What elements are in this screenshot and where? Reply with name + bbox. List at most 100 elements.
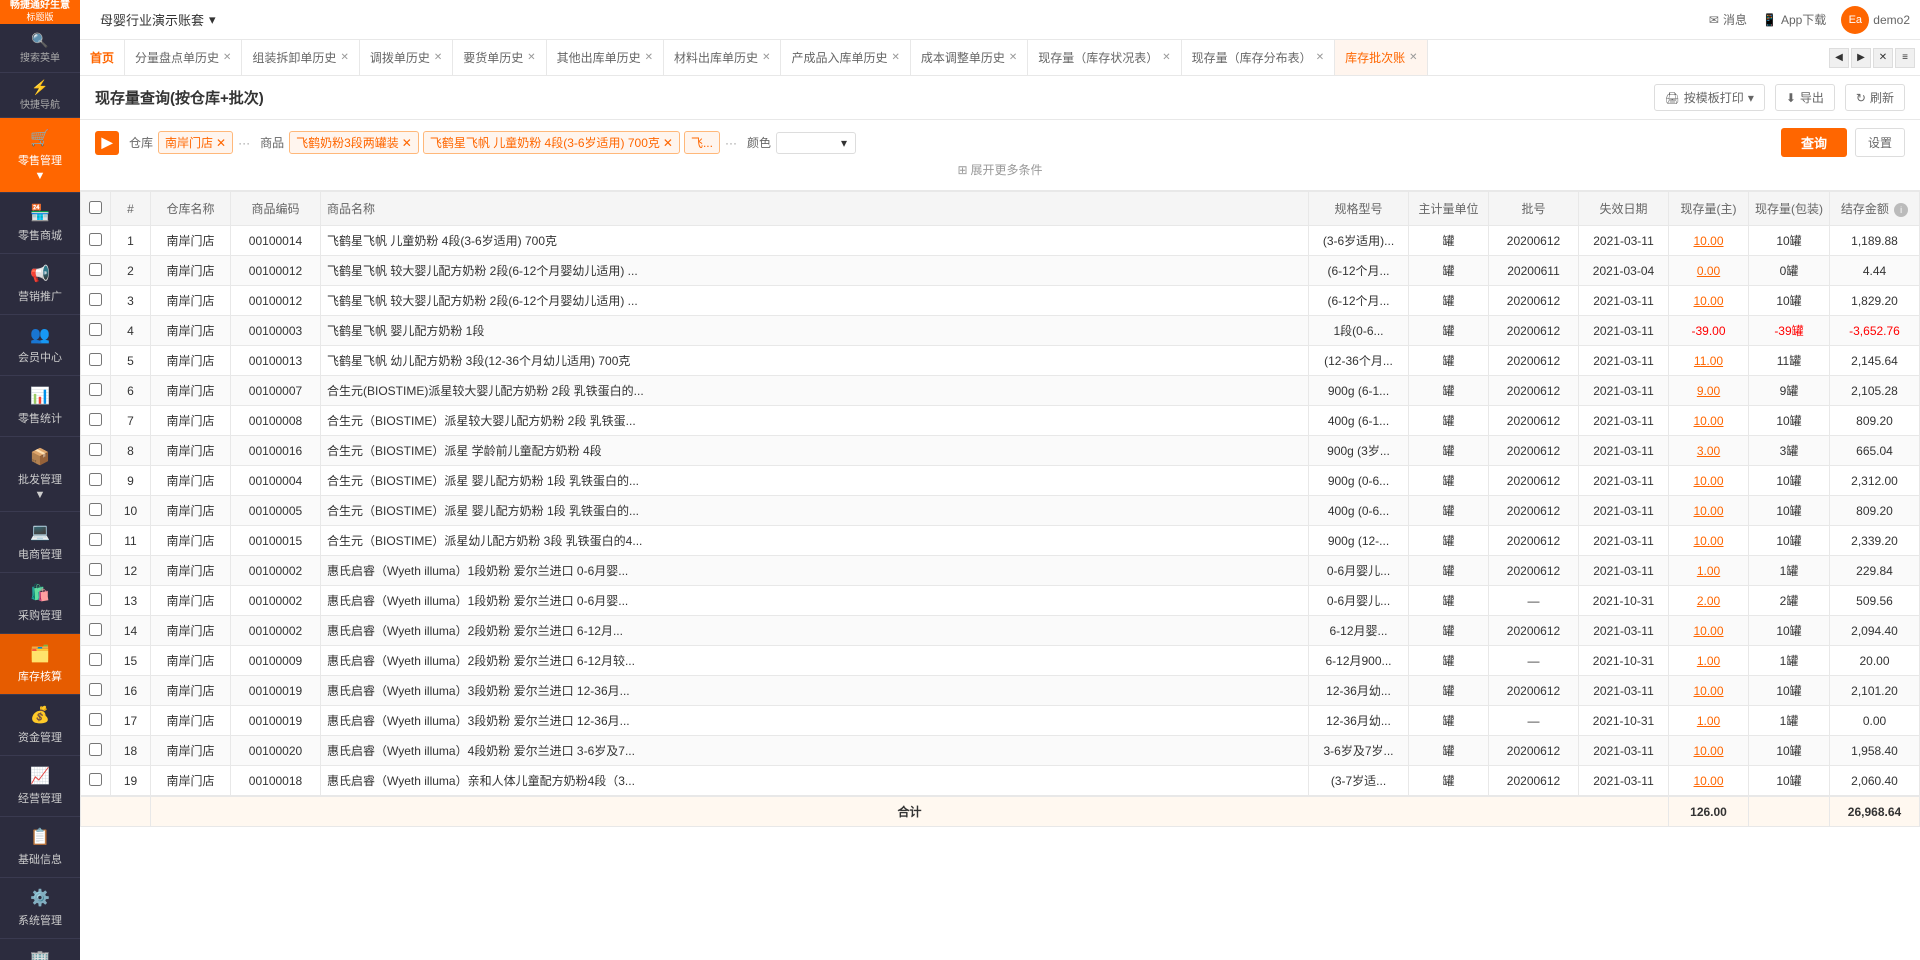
tab-close-btn[interactable]: ✕ <box>1873 48 1893 68</box>
th-checkbox[interactable] <box>81 192 111 226</box>
goods-tag-1[interactable]: 飞鹤星飞帆 儿童奶粉 4段(3-6岁适用) 700克 ✕ <box>423 131 680 154</box>
user-area[interactable]: Ea demo2 <box>1841 6 1910 34</box>
sidebar-item-marketing[interactable]: 📢 营销推广 <box>0 254 80 315</box>
row-stock[interactable]: 10.00 <box>1669 526 1749 556</box>
tab-batch-voucher[interactable]: 库存批次账 ✕ <box>1335 40 1428 76</box>
expand-more-row[interactable]: ⊞ 展开更多条件 <box>95 157 1905 182</box>
row-checkbox[interactable] <box>89 293 102 306</box>
row-checkbox[interactable] <box>89 383 102 396</box>
row-checkbox-cell[interactable] <box>81 346 111 376</box>
tab-batch-voucher-close[interactable]: ✕ <box>1409 52 1417 63</box>
row-stock[interactable]: 0.00 <box>1669 256 1749 286</box>
row-checkbox-cell[interactable] <box>81 256 111 286</box>
row-checkbox[interactable] <box>89 743 102 756</box>
sidebar-item-member[interactable]: 👥 会员中心 <box>0 315 80 376</box>
tab-home[interactable]: 首页 <box>80 40 125 76</box>
row-checkbox-cell[interactable] <box>81 586 111 616</box>
app-download-btn[interactable]: 📱 App下载 <box>1762 11 1826 28</box>
color-select[interactable]: ▾ <box>776 132 856 154</box>
tab-menu-btn[interactable]: ≡ <box>1895 48 1915 68</box>
row-checkbox-cell[interactable] <box>81 286 111 316</box>
row-checkbox-cell[interactable] <box>81 736 111 766</box>
sidebar-quicknav-item[interactable]: ⚡ 快捷导航 <box>0 73 80 118</box>
warehouse-more[interactable]: ··· <box>238 136 250 150</box>
row-checkbox[interactable] <box>89 323 102 336</box>
sidebar-item-purchase[interactable]: 🛍️ 采购管理 <box>0 573 80 634</box>
tab-cost-adjust-close[interactable]: ✕ <box>1009 52 1017 63</box>
row-checkbox-cell[interactable] <box>81 706 111 736</box>
row-stock[interactable]: 10.00 <box>1669 496 1749 526</box>
row-stock[interactable]: 9.00 <box>1669 376 1749 406</box>
tab-product-in-close[interactable]: ✕ <box>891 52 899 63</box>
row-checkbox[interactable] <box>89 533 102 546</box>
row-stock[interactable]: 10.00 <box>1669 676 1749 706</box>
row-checkbox-cell[interactable] <box>81 436 111 466</box>
row-checkbox[interactable] <box>89 443 102 456</box>
tab-inventory-history-close[interactable]: ✕ <box>223 52 231 63</box>
row-checkbox-cell[interactable] <box>81 766 111 797</box>
filter-expand-btn[interactable]: ▶ <box>95 131 119 155</box>
row-checkbox[interactable] <box>89 773 102 786</box>
row-stock[interactable]: 3.00 <box>1669 436 1749 466</box>
warehouse-select[interactable]: 母婴行业演示账套 ▾ <box>100 10 216 29</box>
row-stock[interactable]: 10.00 <box>1669 736 1749 766</box>
row-checkbox[interactable] <box>89 353 102 366</box>
row-checkbox-cell[interactable] <box>81 466 111 496</box>
row-checkbox[interactable] <box>89 233 102 246</box>
tab-material-out[interactable]: 材料出库单历史 ✕ <box>664 40 781 76</box>
row-checkbox[interactable] <box>89 683 102 696</box>
row-stock[interactable]: 10.00 <box>1669 766 1749 797</box>
row-checkbox-cell[interactable] <box>81 316 111 346</box>
select-all-checkbox[interactable] <box>89 201 102 214</box>
tab-stock-dist-close[interactable]: ✕ <box>1316 52 1324 63</box>
tab-stock-dist[interactable]: 现存量（库存分布表） ✕ <box>1182 40 1335 76</box>
row-stock[interactable]: 2.00 <box>1669 586 1749 616</box>
row-stock[interactable]: 11.00 <box>1669 346 1749 376</box>
row-checkbox[interactable] <box>89 623 102 636</box>
tab-inventory-history[interactable]: 分量盘点单历史 ✕ <box>125 40 242 76</box>
tab-disassemble[interactable]: 组装拆卸单历史 ✕ <box>242 40 359 76</box>
goods-more[interactable]: ··· <box>725 136 737 150</box>
tab-cost-adjust[interactable]: 成本调整单历史 ✕ <box>911 40 1028 76</box>
tab-product-in[interactable]: 产成品入库单历史 ✕ <box>781 40 910 76</box>
tab-mixing-close[interactable]: ✕ <box>434 52 442 63</box>
tab-next-btn[interactable]: ▶ <box>1851 48 1871 68</box>
row-checkbox[interactable] <box>89 473 102 486</box>
warehouse-tag[interactable]: 南岸门店 ✕ <box>158 131 233 154</box>
export-button[interactable]: ⬇ 导出 <box>1775 84 1835 111</box>
row-checkbox-cell[interactable] <box>81 496 111 526</box>
row-stock[interactable]: 10.00 <box>1669 616 1749 646</box>
sidebar-item-system[interactable]: ⚙️ 系统管理 <box>0 878 80 939</box>
sidebar-item-mall[interactable]: 🏪 零售商城 <box>0 193 80 254</box>
row-stock[interactable]: 10.00 <box>1669 406 1749 436</box>
row-checkbox-cell[interactable] <box>81 376 111 406</box>
tab-other-out-close[interactable]: ✕ <box>645 52 653 63</box>
goods-tag-more[interactable]: 飞... <box>684 131 720 154</box>
goods-tag-0[interactable]: 飞鹤奶粉3段两罐装 ✕ <box>289 131 419 154</box>
warehouse-tag-close[interactable]: ✕ <box>216 136 226 150</box>
tab-stock-status[interactable]: 现存量（库存状况表） ✕ <box>1028 40 1181 76</box>
sidebar-item-finance[interactable]: 💰 资金管理 <box>0 695 80 756</box>
row-checkbox-cell[interactable] <box>81 226 111 256</box>
tab-mixing[interactable]: 调拨单历史 ✕ <box>360 40 453 76</box>
balance-info-icon[interactable]: i <box>1894 203 1908 217</box>
row-stock[interactable]: 10.00 <box>1669 466 1749 496</box>
sidebar-item-ecommerce[interactable]: 💻 电商管理 <box>0 512 80 573</box>
row-stock[interactable]: 10.00 <box>1669 226 1749 256</box>
sidebar-item-stats[interactable]: 📊 零售统计 <box>0 376 80 437</box>
sidebar-item-operations[interactable]: 📈 经营管理 <box>0 756 80 817</box>
tab-demand[interactable]: 要货单历史 ✕ <box>453 40 546 76</box>
goods-tag-1-close[interactable]: ✕ <box>663 136 673 150</box>
sidebar-item-basic[interactable]: 📋 基础信息 <box>0 817 80 878</box>
search-button[interactable]: 查询 <box>1781 128 1847 157</box>
row-checkbox-cell[interactable] <box>81 406 111 436</box>
row-checkbox-cell[interactable] <box>81 646 111 676</box>
sidebar-item-enterprise[interactable]: 🏢 企业协同 <box>0 939 80 960</box>
setting-button[interactable]: 设置 <box>1855 128 1905 157</box>
refresh-button[interactable]: ↻ 刷新 <box>1845 84 1905 111</box>
tab-demand-close[interactable]: ✕ <box>527 52 535 63</box>
tab-prev-btn[interactable]: ◀ <box>1829 48 1849 68</box>
row-stock[interactable]: 10.00 <box>1669 286 1749 316</box>
row-checkbox[interactable] <box>89 653 102 666</box>
row-checkbox-cell[interactable] <box>81 676 111 706</box>
